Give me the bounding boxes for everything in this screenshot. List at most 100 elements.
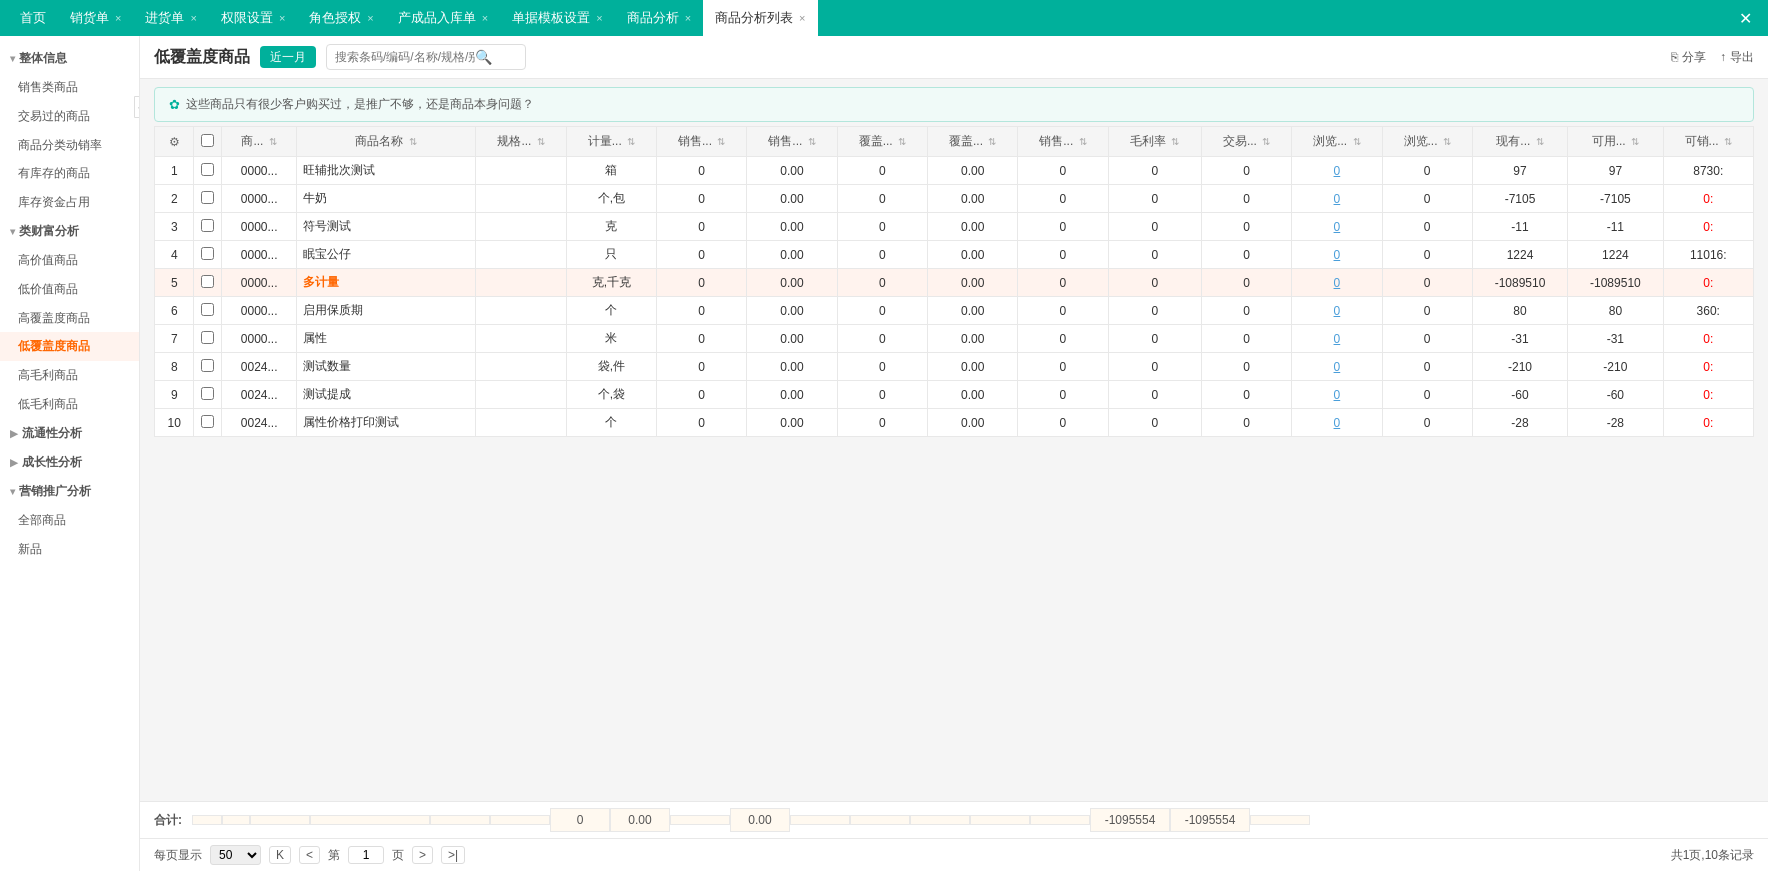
cell-browse1[interactable]: 0: [1292, 297, 1382, 325]
cell-sales-cnt: 0: [1018, 157, 1108, 185]
cell-browse1[interactable]: 0: [1292, 241, 1382, 269]
nav-close-template[interactable]: ×: [596, 0, 602, 36]
sidebar-item-sales-goods[interactable]: 销售类商品: [0, 73, 139, 102]
time-filter-button[interactable]: 近一月: [260, 46, 316, 68]
cell-checkbox[interactable]: [194, 409, 222, 437]
nav-close-role-auth[interactable]: ×: [367, 0, 373, 36]
nav-role-auth[interactable]: 角色授权 ×: [297, 0, 385, 36]
sidebar-item-low-coverage[interactable]: 低覆盖度商品: [0, 332, 139, 361]
search-input[interactable]: [335, 50, 475, 64]
nav-close-sales[interactable]: ×: [115, 0, 121, 36]
row-checkbox-0[interactable]: [201, 163, 214, 176]
th-gross-rate[interactable]: 毛利率 ⇅: [1108, 127, 1201, 157]
select-all-checkbox[interactable]: [201, 134, 214, 147]
sidebar-item-stock-capital[interactable]: 库存资金占用: [0, 188, 139, 217]
sidebar-item-all-goods[interactable]: 全部商品: [0, 506, 139, 535]
sidebar-item-stock-goods[interactable]: 有库存的商品: [0, 159, 139, 188]
nav-purchase[interactable]: 进货单 ×: [133, 0, 208, 36]
prev-page-button[interactable]: <: [299, 846, 320, 864]
row-checkbox-4[interactable]: [201, 275, 214, 288]
nav-analysis-list[interactable]: 商品分析列表 ×: [703, 0, 817, 36]
nav-close-analysis[interactable]: ×: [685, 0, 691, 36]
cell-checkbox[interactable]: [194, 325, 222, 353]
sidebar-group-overall-title[interactable]: ▾ 整体信息: [0, 44, 139, 73]
cell-sales-cnt: 0: [1018, 409, 1108, 437]
row-checkbox-3[interactable]: [201, 247, 214, 260]
th-salable[interactable]: 可销... ⇅: [1663, 127, 1753, 157]
cell-browse1[interactable]: 0: [1292, 381, 1382, 409]
th-trade[interactable]: 交易... ⇅: [1201, 127, 1291, 157]
nav-close-permissions[interactable]: ×: [279, 0, 285, 36]
nav-close-purchase[interactable]: ×: [190, 0, 196, 36]
row-checkbox-5[interactable]: [201, 303, 214, 316]
row-checkbox-2[interactable]: [201, 219, 214, 232]
cell-checkbox[interactable]: [194, 241, 222, 269]
last-page-button[interactable]: >|: [441, 846, 465, 864]
th-browse1[interactable]: 浏览... ⇅: [1292, 127, 1382, 157]
th-code[interactable]: 商... ⇅: [222, 127, 296, 157]
th-current-stock[interactable]: 现有... ⇅: [1472, 127, 1567, 157]
sidebar-group-wealth-title[interactable]: ▾ 类财富分析: [0, 217, 139, 246]
next-page-button[interactable]: >: [412, 846, 433, 864]
window-close-button[interactable]: ✕: [1731, 9, 1760, 28]
cell-checkbox[interactable]: [194, 297, 222, 325]
table-container[interactable]: ⚙ 商... ⇅ 商品名称 ⇅ 规格... ⇅ 计量... ⇅ 销售... ⇅ …: [154, 126, 1754, 801]
first-page-button[interactable]: K: [269, 846, 291, 864]
cell-checkbox[interactable]: [194, 353, 222, 381]
nav-sales[interactable]: 销货单 ×: [58, 0, 133, 36]
cell-browse1[interactable]: 0: [1292, 213, 1382, 241]
cell-checkbox[interactable]: [194, 157, 222, 185]
sidebar-item-high-profit[interactable]: 高毛利商品: [0, 361, 139, 390]
row-checkbox-6[interactable]: [201, 331, 214, 344]
th-settings[interactable]: ⚙: [155, 127, 194, 157]
th-cover1[interactable]: 覆盖... ⇅: [837, 127, 927, 157]
nav-production[interactable]: 产成品入库单 ×: [386, 0, 500, 36]
sidebar-item-low-profit[interactable]: 低毛利商品: [0, 390, 139, 419]
search-icon[interactable]: 🔍: [475, 49, 492, 65]
sidebar-item-traded-goods[interactable]: 交易过的商品: [0, 102, 139, 131]
nav-close-analysis-list[interactable]: ×: [799, 0, 805, 36]
row-checkbox-8[interactable]: [201, 387, 214, 400]
nav-analysis[interactable]: 商品分析 ×: [615, 0, 703, 36]
sidebar-item-low-value[interactable]: 低价值商品: [0, 275, 139, 304]
sidebar-item-new-goods[interactable]: 新品: [0, 535, 139, 564]
cell-browse1[interactable]: 0: [1292, 353, 1382, 381]
cell-browse1[interactable]: 0: [1292, 409, 1382, 437]
row-checkbox-7[interactable]: [201, 359, 214, 372]
th-name[interactable]: 商品名称 ⇅: [296, 127, 476, 157]
cell-browse1[interactable]: 0: [1292, 185, 1382, 213]
nav-template[interactable]: 单据模板设置 ×: [500, 0, 614, 36]
share-button[interactable]: ⎘ 分享: [1671, 49, 1706, 66]
th-cover2[interactable]: 覆盖... ⇅: [927, 127, 1017, 157]
cell-checkbox[interactable]: [194, 213, 222, 241]
th-sales-amt[interactable]: 销售... ⇅: [747, 127, 837, 157]
sidebar-collapse-button[interactable]: «: [134, 96, 140, 118]
cell-browse1[interactable]: 0: [1292, 269, 1382, 297]
cell-browse1[interactable]: 0: [1292, 325, 1382, 353]
th-available[interactable]: 可用... ⇅: [1568, 127, 1663, 157]
row-checkbox-9[interactable]: [201, 415, 214, 428]
th-checkbox[interactable]: [194, 127, 222, 157]
th-sales-cnt[interactable]: 销售... ⇅: [1018, 127, 1108, 157]
sidebar-group-marketing-title[interactable]: ▾ 营销推广分析: [0, 477, 139, 506]
cell-checkbox[interactable]: [194, 185, 222, 213]
cell-checkbox[interactable]: [194, 381, 222, 409]
sidebar-item-high-coverage[interactable]: 高覆盖度商品: [0, 304, 139, 333]
page-size-select[interactable]: 50 100 200: [210, 845, 261, 865]
sidebar-item-category-rate[interactable]: 商品分类动销率: [0, 131, 139, 160]
cell-browse1[interactable]: 0: [1292, 157, 1382, 185]
sidebar-group-liquidity-title[interactable]: ▶ 流通性分析: [0, 419, 139, 448]
nav-permissions[interactable]: 权限设置 ×: [209, 0, 297, 36]
row-checkbox-1[interactable]: [201, 191, 214, 204]
th-spec[interactable]: 规格... ⇅: [476, 127, 566, 157]
page-input[interactable]: [348, 846, 384, 864]
nav-home[interactable]: 首页: [8, 0, 58, 36]
sidebar-item-high-value[interactable]: 高价值商品: [0, 246, 139, 275]
th-unit[interactable]: 计量... ⇅: [566, 127, 656, 157]
export-button[interactable]: ↑ 导出: [1720, 49, 1754, 66]
sidebar-group-growth-title[interactable]: ▶ 成长性分析: [0, 448, 139, 477]
th-sales-qty[interactable]: 销售... ⇅: [657, 127, 747, 157]
nav-close-production[interactable]: ×: [482, 0, 488, 36]
th-browse2[interactable]: 浏览... ⇅: [1382, 127, 1472, 157]
cell-checkbox[interactable]: [194, 269, 222, 297]
